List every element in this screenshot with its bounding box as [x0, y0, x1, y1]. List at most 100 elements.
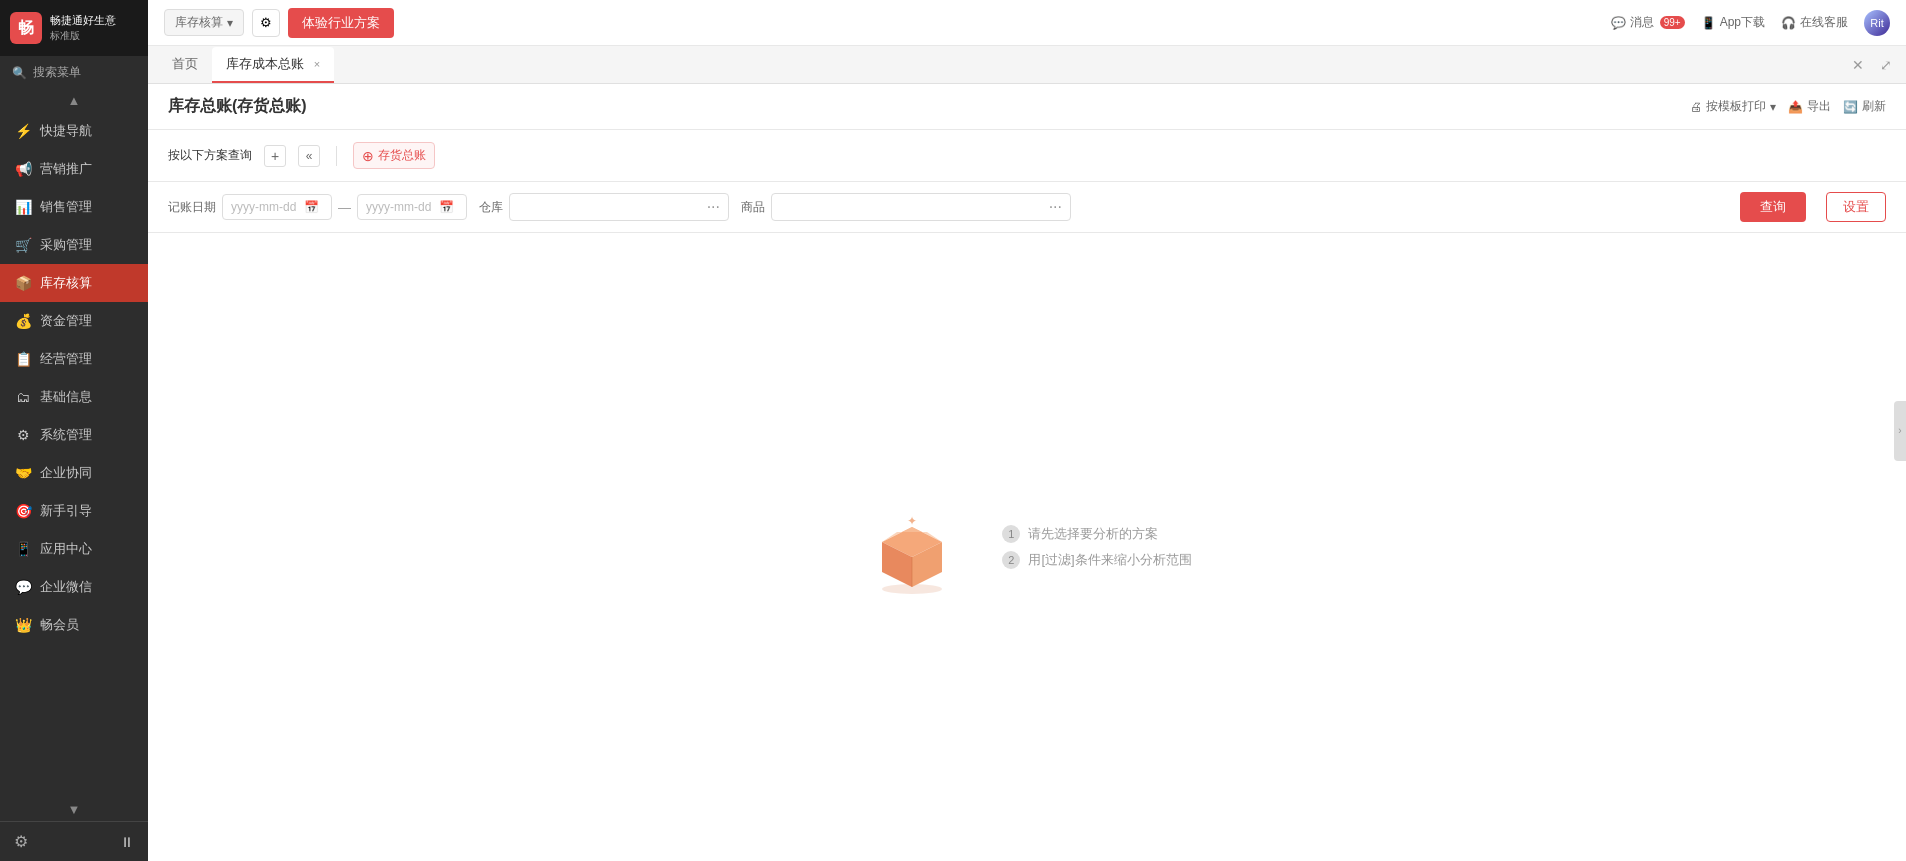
- topbar-breadcrumb[interactable]: 库存核算 ▾: [164, 9, 244, 36]
- sidebar-item-sales[interactable]: 📊 销售管理: [0, 188, 148, 226]
- hint2-text: 用[过滤]条件来缩小分析范围: [1028, 551, 1191, 569]
- date-to-input[interactable]: yyyy-mm-dd 📅: [357, 194, 467, 220]
- filter-collapse-btn[interactable]: «: [298, 145, 320, 167]
- right-panel-toggle[interactable]: ›: [1894, 401, 1906, 461]
- topbar-left: 库存核算 ▾ ⚙ 体验行业方案: [164, 8, 1601, 38]
- app-download-label: App下载: [1720, 14, 1765, 31]
- filter-separator: [336, 146, 337, 166]
- headset-icon: 🎧: [1781, 16, 1796, 30]
- sidebar-item-purchase[interactable]: 🛒 采购管理: [0, 226, 148, 264]
- warehouse-select[interactable]: ···: [509, 193, 729, 221]
- filter-scheme-area: 按以下方案查询 + « ⊕ 存货总账: [148, 130, 1906, 182]
- filter-add-btn[interactable]: +: [264, 145, 286, 167]
- sales-icon: 📊: [14, 198, 32, 216]
- topbar-right: 💬 消息 99+ 📱 App下载 🎧 在线客服 Rit: [1611, 10, 1890, 36]
- filter-scheme-label: 按以下方案查询: [168, 147, 252, 164]
- sidebar-item-marketing[interactable]: 📢 营销推广: [0, 150, 148, 188]
- export-label: 导出: [1807, 98, 1831, 115]
- date-from-placeholder: yyyy-mm-dd: [231, 200, 296, 214]
- topbar: 库存核算 ▾ ⚙ 体验行业方案 💬 消息 99+ 📱 App下载 🎧 在线客服: [148, 0, 1906, 46]
- basic-icon: 🗂: [14, 388, 32, 406]
- app-download-btn[interactable]: 📱 App下载: [1701, 14, 1765, 31]
- nav-label: 销售管理: [40, 198, 92, 216]
- sidebar-item-finance[interactable]: 💰 资金管理: [0, 302, 148, 340]
- appcenter-icon: 📱: [14, 540, 32, 558]
- tab-active-label: 库存成本总账: [226, 56, 304, 71]
- goods-filter-field: 商品 ···: [741, 193, 1071, 221]
- guide-icon: 🎯: [14, 502, 32, 520]
- sidebar-bottom: ⚙ ⏸: [0, 821, 148, 861]
- right-panel-chevron-icon: ›: [1898, 425, 1901, 436]
- tab-inventory-ledger[interactable]: 库存成本总账 ×: [212, 47, 334, 83]
- operation-icon: 📋: [14, 350, 32, 368]
- sidebar-item-cooperation[interactable]: 🤝 企业协同: [0, 454, 148, 492]
- refresh-btn[interactable]: 🔄 刷新: [1843, 98, 1886, 115]
- warehouse-label: 仓库: [479, 199, 503, 216]
- wechat-icon: 💬: [14, 578, 32, 596]
- sidebar-item-system[interactable]: ⚙ 系统管理: [0, 416, 148, 454]
- tab-home[interactable]: 首页: [158, 47, 212, 83]
- query-btn[interactable]: 查询: [1740, 192, 1806, 222]
- sidebar-item-shortcut[interactable]: ⚡ 快捷导航: [0, 112, 148, 150]
- sidebar-item-wechat[interactable]: 💬 企业微信: [0, 568, 148, 606]
- app-name: 畅捷通好生意: [50, 13, 116, 28]
- finance-icon: 💰: [14, 312, 32, 330]
- nav-label: 企业微信: [40, 578, 92, 596]
- message-btn[interactable]: 💬 消息 99+: [1611, 14, 1685, 31]
- tab-close-btn[interactable]: ×: [314, 58, 320, 70]
- tab-panel-expand-btn[interactable]: ⤢: [1876, 53, 1896, 77]
- warehouse-more-icon[interactable]: ···: [707, 199, 720, 215]
- export-btn[interactable]: 📤 导出: [1788, 98, 1831, 115]
- date-to-placeholder: yyyy-mm-dd: [366, 200, 431, 214]
- sidebar-scroll-down[interactable]: ▼: [0, 798, 148, 821]
- filter-row: 记账日期 yyyy-mm-dd 📅 — yyyy-mm-dd 📅 仓库 ···: [148, 182, 1906, 233]
- sidebar-item-operation[interactable]: 📋 经营管理: [0, 340, 148, 378]
- nav-label: 营销推广: [40, 160, 92, 178]
- phone-icon: 📱: [1701, 16, 1716, 30]
- settings-btn-topbar[interactable]: ⚙: [252, 9, 280, 37]
- search-menu[interactable]: 🔍 搜索菜单: [0, 56, 148, 89]
- nav-label: 畅会员: [40, 616, 79, 634]
- message-badge: 99+: [1660, 16, 1685, 29]
- goods-more-icon[interactable]: ···: [1049, 199, 1062, 215]
- marketing-icon: 📢: [14, 160, 32, 178]
- tab-panel-close-btn[interactable]: ✕: [1848, 53, 1868, 77]
- scheme-item-label: 存货总账: [378, 147, 426, 164]
- goods-select[interactable]: ···: [771, 193, 1071, 221]
- date-from-input[interactable]: yyyy-mm-dd 📅: [222, 194, 332, 220]
- search-icon: 🔍: [12, 66, 27, 80]
- sidebar-item-member[interactable]: 👑 畅会员: [0, 606, 148, 644]
- system-icon: ⚙: [14, 426, 32, 444]
- calendar-to-icon: 📅: [439, 200, 454, 214]
- nav-label: 快捷导航: [40, 122, 92, 140]
- app-edition: 标准版: [50, 29, 116, 43]
- nav-label: 应用中心: [40, 540, 92, 558]
- sidebar-item-basic[interactable]: 🗂 基础信息: [0, 378, 148, 416]
- sidebar-collapse-btn[interactable]: ⏸: [120, 834, 134, 850]
- tab-area-right: ✕ ⤢: [1848, 53, 1896, 77]
- content-area: ✦ 1 请先选择要分析的方案 2 用[过滤]条件来缩小分析范围: [148, 233, 1906, 861]
- settings-btn[interactable]: 设置: [1826, 192, 1886, 222]
- tab-bar: 首页 库存成本总账 × ✕ ⤢: [148, 46, 1906, 84]
- sidebar: 畅 畅捷通好生意 标准版 🔍 搜索菜单 ▲ ⚡ 快捷导航 📢 营销推广 📊 销售…: [0, 0, 148, 861]
- sidebar-item-inventory[interactable]: 📦 库存核算: [0, 264, 148, 302]
- page-title: 库存总账(存货总账): [168, 96, 307, 117]
- online-support-btn[interactable]: 🎧 在线客服: [1781, 14, 1848, 31]
- sidebar-item-guide[interactable]: 🎯 新手引导: [0, 492, 148, 530]
- settings-icon-btn[interactable]: ⚙: [14, 832, 28, 851]
- app-logo: 畅 畅捷通好生意 标准版: [0, 0, 148, 56]
- industry-btn[interactable]: 体验行业方案: [288, 8, 394, 38]
- cooperation-icon: 🤝: [14, 464, 32, 482]
- sidebar-scroll-up[interactable]: ▲: [0, 89, 148, 112]
- filter-scheme-item[interactable]: ⊕ 存货总账: [353, 142, 435, 169]
- nav-label: 经营管理: [40, 350, 92, 368]
- user-area[interactable]: Rit: [1864, 10, 1890, 36]
- sidebar-item-appcenter[interactable]: 📱 应用中心: [0, 530, 148, 568]
- print-btn[interactable]: 🖨 按模板打印 ▾: [1690, 98, 1776, 115]
- goods-label: 商品: [741, 199, 765, 216]
- search-menu-label: 搜索菜单: [33, 64, 81, 81]
- message-label: 消息: [1630, 14, 1654, 31]
- inventory-icon: 📦: [14, 274, 32, 292]
- refresh-label: 刷新: [1862, 98, 1886, 115]
- print-chevron-icon: ▾: [1770, 100, 1776, 114]
